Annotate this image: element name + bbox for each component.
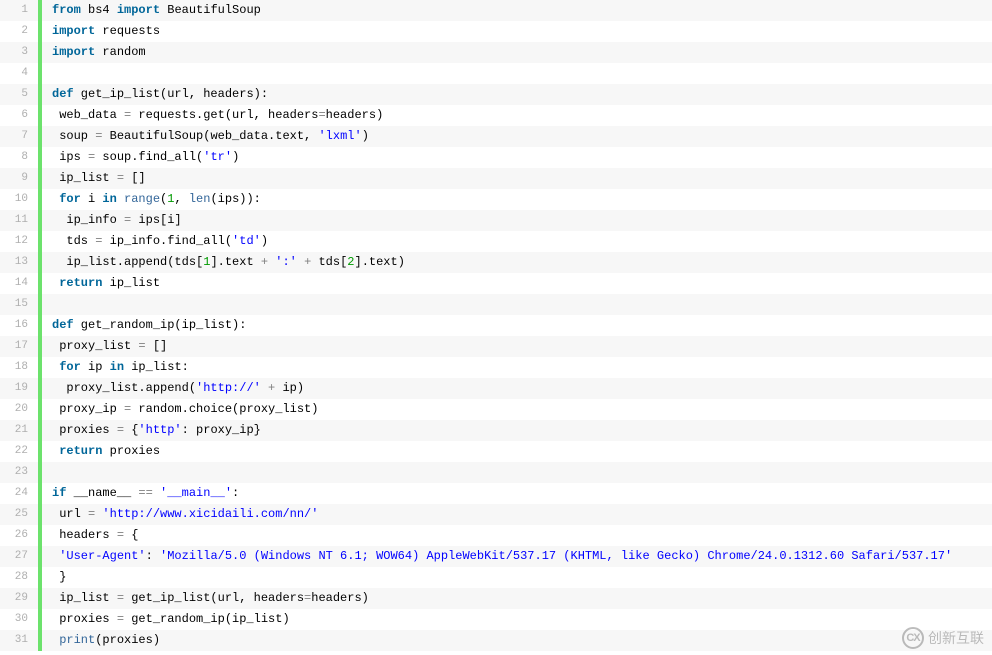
code-line: 2import requests	[0, 21, 992, 42]
code-line: 13 ip_list.append(tds[1].text + ':' + td…	[0, 252, 992, 273]
line-number: 18	[0, 357, 38, 378]
line-number: 28	[0, 567, 38, 588]
code-content[interactable]: ips = soup.find_all('tr')	[42, 147, 239, 168]
code-line: 9 ip_list = []	[0, 168, 992, 189]
line-number: 15	[0, 294, 38, 315]
code-line: 14 return ip_list	[0, 273, 992, 294]
line-number: 7	[0, 126, 38, 147]
code-line: 11 ip_info = ips[i]	[0, 210, 992, 231]
code-line: 16def get_random_ip(ip_list):	[0, 315, 992, 336]
code-line: 8 ips = soup.find_all('tr')	[0, 147, 992, 168]
code-block: 1from bs4 import BeautifulSoup2import re…	[0, 0, 992, 651]
code-content[interactable]: ip_info = ips[i]	[42, 210, 182, 231]
code-line: 28 }	[0, 567, 992, 588]
line-number: 12	[0, 231, 38, 252]
code-line: 5def get_ip_list(url, headers):	[0, 84, 992, 105]
code-content[interactable]: soup = BeautifulSoup(web_data.text, 'lxm…	[42, 126, 369, 147]
line-number: 26	[0, 525, 38, 546]
line-number: 16	[0, 315, 38, 336]
code-content[interactable]: proxies = get_random_ip(ip_list)	[42, 609, 290, 630]
line-number: 25	[0, 504, 38, 525]
code-line: 20 proxy_ip = random.choice(proxy_list)	[0, 399, 992, 420]
code-content[interactable]: ip_list = []	[42, 168, 146, 189]
code-line: 26 headers = {	[0, 525, 992, 546]
code-content[interactable]: return proxies	[42, 441, 160, 462]
line-number: 17	[0, 336, 38, 357]
line-number: 3	[0, 42, 38, 63]
code-content[interactable]: proxy_list = []	[42, 336, 167, 357]
code-line: 27 'User-Agent': 'Mozilla/5.0 (Windows N…	[0, 546, 992, 567]
code-content[interactable]	[42, 462, 52, 483]
code-content[interactable]: if __name__ == '__main__':	[42, 483, 239, 504]
code-line: 31 print(proxies)	[0, 630, 992, 651]
code-line: 19 proxy_list.append('http://' + ip)	[0, 378, 992, 399]
code-line: 7 soup = BeautifulSoup(web_data.text, 'l…	[0, 126, 992, 147]
code-content[interactable]: import random	[42, 42, 146, 63]
line-number: 6	[0, 105, 38, 126]
code-line: 22 return proxies	[0, 441, 992, 462]
code-content[interactable]: web_data = requests.get(url, headers=hea…	[42, 105, 383, 126]
code-line: 17 proxy_list = []	[0, 336, 992, 357]
line-number: 8	[0, 147, 38, 168]
code-content[interactable]: def get_ip_list(url, headers):	[42, 84, 268, 105]
code-content[interactable]: 'User-Agent': 'Mozilla/5.0 (Windows NT 6…	[42, 546, 952, 567]
line-number: 30	[0, 609, 38, 630]
code-content[interactable]: headers = {	[42, 525, 138, 546]
code-line: 29 ip_list = get_ip_list(url, headers=he…	[0, 588, 992, 609]
line-number: 1	[0, 0, 38, 21]
code-content[interactable]: proxies = {'http': proxy_ip}	[42, 420, 261, 441]
code-content[interactable]: }	[42, 567, 66, 588]
code-line: 30 proxies = get_random_ip(ip_list)	[0, 609, 992, 630]
code-content[interactable]: ip_list.append(tds[1].text + ':' + tds[2…	[42, 252, 405, 273]
code-content[interactable]: for i in range(1, len(ips)):	[42, 189, 261, 210]
line-number: 5	[0, 84, 38, 105]
watermark: CX 创新互联	[902, 627, 984, 649]
code-content[interactable]: url = 'http://www.xicidaili.com/nn/'	[42, 504, 318, 525]
code-line: 4	[0, 63, 992, 84]
line-number: 11	[0, 210, 38, 231]
line-number: 2	[0, 21, 38, 42]
line-number: 21	[0, 420, 38, 441]
code-line: 12 tds = ip_info.find_all('td')	[0, 231, 992, 252]
code-content[interactable]: import requests	[42, 21, 160, 42]
line-number: 27	[0, 546, 38, 567]
code-line: 6 web_data = requests.get(url, headers=h…	[0, 105, 992, 126]
code-line: 3import random	[0, 42, 992, 63]
code-line: 24if __name__ == '__main__':	[0, 483, 992, 504]
code-content[interactable]: proxy_list.append('http://' + ip)	[42, 378, 304, 399]
code-line: 18 for ip in ip_list:	[0, 357, 992, 378]
line-number: 22	[0, 441, 38, 462]
line-number: 4	[0, 63, 38, 84]
line-number: 14	[0, 273, 38, 294]
code-line: 10 for i in range(1, len(ips)):	[0, 189, 992, 210]
watermark-logo-icon: CX	[902, 627, 924, 649]
line-number: 19	[0, 378, 38, 399]
code-content[interactable]	[42, 294, 52, 315]
code-content[interactable]: return ip_list	[42, 273, 160, 294]
code-content[interactable]: proxy_ip = random.choice(proxy_list)	[42, 399, 318, 420]
line-number: 29	[0, 588, 38, 609]
code-line: 25 url = 'http://www.xicidaili.com/nn/'	[0, 504, 992, 525]
code-content[interactable]	[42, 63, 52, 84]
line-number: 31	[0, 630, 38, 651]
code-content[interactable]: ip_list = get_ip_list(url, headers=heade…	[42, 588, 369, 609]
code-content[interactable]: from bs4 import BeautifulSoup	[42, 0, 261, 21]
line-number: 10	[0, 189, 38, 210]
code-line: 1from bs4 import BeautifulSoup	[0, 0, 992, 21]
line-number: 23	[0, 462, 38, 483]
code-line: 23	[0, 462, 992, 483]
line-number: 13	[0, 252, 38, 273]
line-number: 9	[0, 168, 38, 189]
code-content[interactable]: print(proxies)	[42, 630, 160, 651]
code-content[interactable]: def get_random_ip(ip_list):	[42, 315, 246, 336]
watermark-label: 创新互联	[928, 628, 984, 648]
line-number: 20	[0, 399, 38, 420]
code-line: 15	[0, 294, 992, 315]
code-line: 21 proxies = {'http': proxy_ip}	[0, 420, 992, 441]
code-content[interactable]: for ip in ip_list:	[42, 357, 189, 378]
code-content[interactable]: tds = ip_info.find_all('td')	[42, 231, 268, 252]
line-number: 24	[0, 483, 38, 504]
